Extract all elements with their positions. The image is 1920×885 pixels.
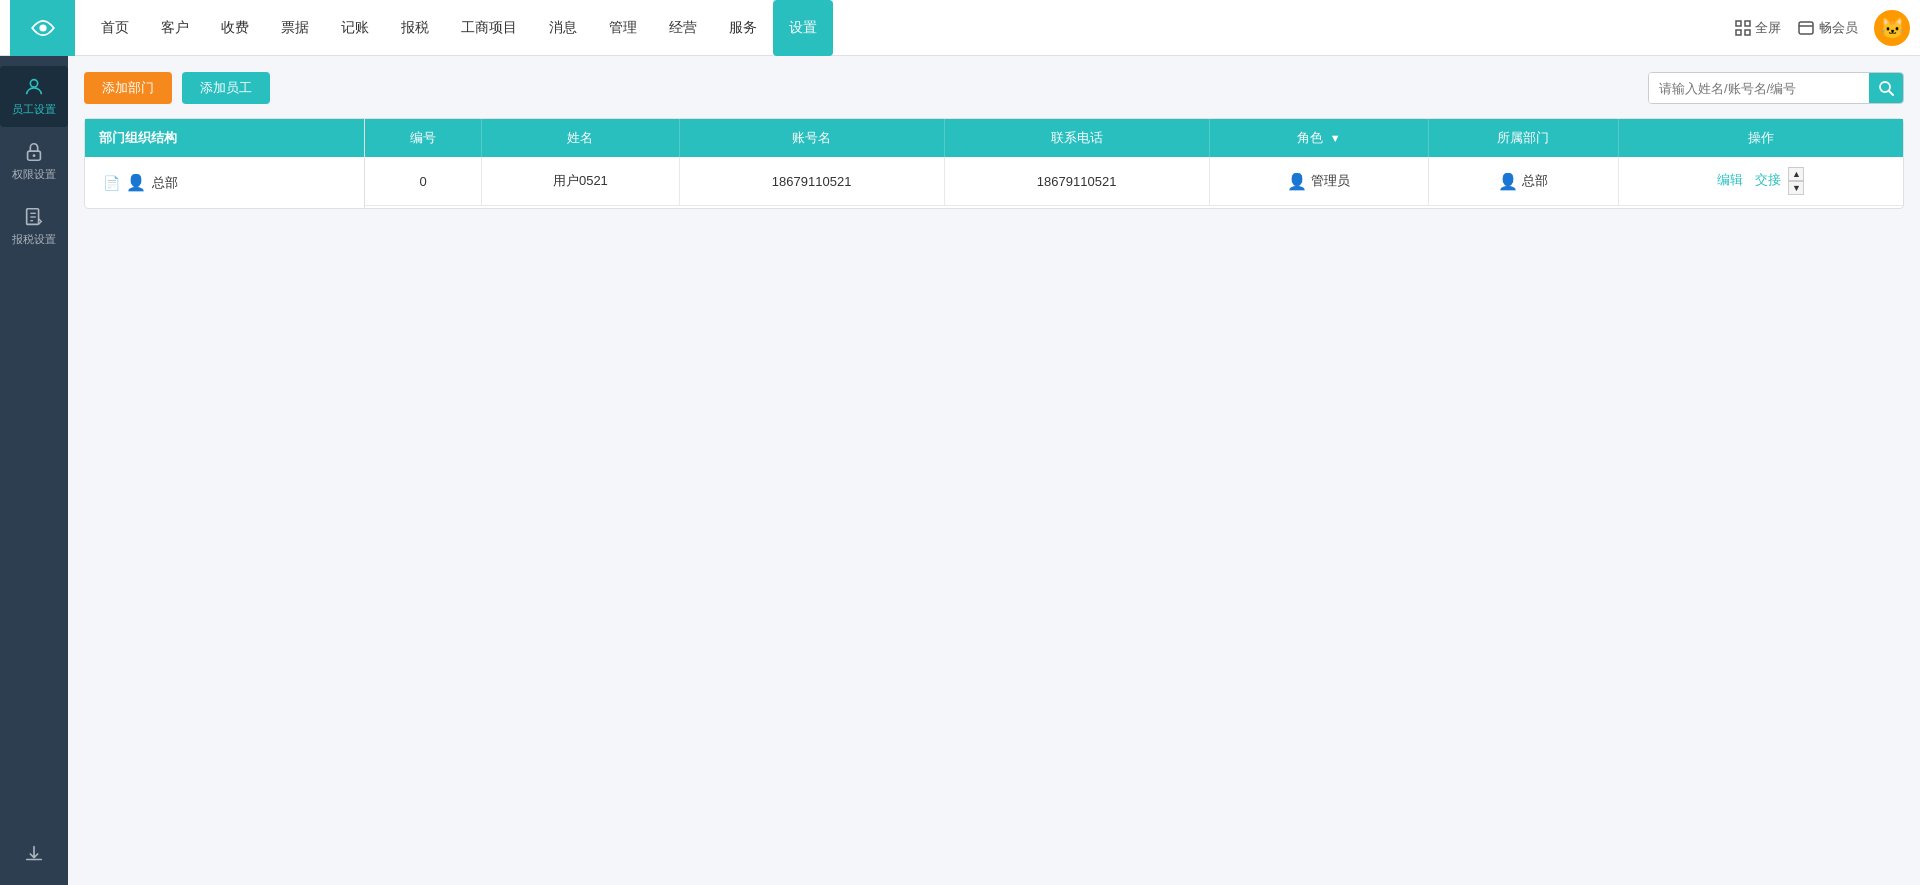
cell-dept: 👤 总部: [1429, 157, 1618, 206]
lock-icon: [23, 141, 45, 163]
file-icon: 📄: [103, 175, 120, 191]
scroll-area: ▲ ▼: [1788, 167, 1804, 195]
nav-items: 首页 客户 收费 票据 记账 报税 工商项目 消息 管理 经营 服务 设置: [85, 0, 1735, 56]
col-actions: 操作: [1618, 119, 1903, 157]
sidebar-employee-label: 员工设置: [12, 102, 56, 117]
sidebar-item-tax-settings[interactable]: 报税设置: [0, 196, 68, 257]
layout: 员工设置 权限设置 报税设置: [0, 56, 1920, 885]
cell-account: 18679110521: [679, 157, 944, 206]
nav-right: 全屏 畅会员 🐱: [1735, 10, 1910, 46]
svg-point-0: [39, 24, 46, 31]
logo: [10, 0, 75, 56]
svg-rect-5: [1799, 22, 1813, 34]
scroll-down-btn[interactable]: ▼: [1788, 181, 1804, 195]
dept-name-root: 总部: [152, 174, 178, 192]
table-panel: 编号 姓名 账号名 联系电话 角色 ▼ 所属部门 操作: [365, 119, 1903, 208]
sidebar-tax-label: 报税设置: [12, 232, 56, 247]
col-phone: 联系电话: [944, 119, 1209, 157]
dept-tree: 📄 👤 总部: [85, 157, 364, 208]
avatar[interactable]: 🐱: [1874, 10, 1910, 46]
nav-home[interactable]: 首页: [85, 0, 145, 56]
content-area: 部门组织结构 📄 👤 总部 编号 姓名 账号名: [84, 118, 1904, 209]
col-account: 账号名: [679, 119, 944, 157]
sidebar: 员工设置 权限设置 报税设置: [0, 56, 68, 885]
col-name: 姓名: [482, 119, 679, 157]
sidebar-item-employee[interactable]: 员工设置: [0, 66, 68, 127]
nav-manage[interactable]: 管理: [593, 0, 653, 56]
edit-link[interactable]: 编辑: [1717, 172, 1743, 187]
nav-accounting[interactable]: 记账: [325, 0, 385, 56]
nav-service[interactable]: 服务: [713, 0, 773, 56]
download-icon: [23, 843, 45, 865]
main-content: 添加部门 添加员工 部门组织结构 📄 👤: [68, 56, 1920, 885]
role-filter-icon: ▼: [1330, 132, 1341, 144]
cell-role: 👤 管理员: [1209, 157, 1429, 206]
nav-operate[interactable]: 经营: [653, 0, 713, 56]
nav-tax[interactable]: 报税: [385, 0, 445, 56]
cell-name: 用户0521: [482, 157, 679, 206]
sidebar-item-permissions[interactable]: 权限设置: [0, 131, 68, 192]
nav-invoice[interactable]: 票据: [265, 0, 325, 56]
col-id: 编号: [365, 119, 482, 157]
nav-biz[interactable]: 工商项目: [445, 0, 533, 56]
fullscreen-icon: [1735, 20, 1751, 36]
fullscreen-label: 全屏: [1755, 19, 1781, 37]
svg-point-7: [30, 80, 37, 87]
transfer-link[interactable]: 交接: [1755, 172, 1781, 187]
sidebar-permissions-label: 权限设置: [12, 167, 56, 182]
nav-customer[interactable]: 客户: [145, 0, 205, 56]
svg-rect-2: [1745, 21, 1750, 26]
svg-rect-4: [1745, 30, 1750, 35]
employee-table: 编号 姓名 账号名 联系电话 角色 ▼ 所属部门 操作: [365, 119, 1903, 206]
dept-user-icon: 👤: [126, 173, 146, 192]
search-icon: [1878, 80, 1894, 96]
member-label: 畅会员: [1819, 19, 1858, 37]
svg-rect-3: [1736, 30, 1741, 35]
search-box: [1648, 72, 1904, 104]
top-nav: 首页 客户 收费 票据 记账 报税 工商项目 消息 管理 经营 服务 设置 全屏: [0, 0, 1920, 56]
nav-settings[interactable]: 设置: [773, 0, 833, 56]
toolbar: 添加部门 添加员工: [84, 72, 1904, 104]
scroll-up-btn[interactable]: ▲: [1788, 167, 1804, 181]
dept-badge-icon: 👤: [1498, 172, 1518, 191]
fullscreen-btn[interactable]: 全屏: [1735, 19, 1781, 37]
sidebar-download-btn[interactable]: [0, 833, 68, 875]
cell-actions: 编辑 交接 ▲ ▼: [1618, 157, 1903, 206]
cell-id: 0: [365, 157, 482, 206]
sidebar-bottom: [0, 833, 68, 875]
nav-fee[interactable]: 收费: [205, 0, 265, 56]
search-input[interactable]: [1649, 73, 1869, 103]
nav-message[interactable]: 消息: [533, 0, 593, 56]
add-emp-button[interactable]: 添加员工: [182, 72, 270, 104]
dept-panel: 部门组织结构 📄 👤 总部: [85, 119, 365, 208]
cell-phone: 18679110521: [944, 157, 1209, 206]
dept-panel-header: 部门组织结构: [85, 119, 364, 157]
report-icon: [23, 206, 45, 228]
dept-tree-item-root[interactable]: 📄 👤 总部: [99, 167, 350, 198]
add-dept-button[interactable]: 添加部门: [84, 72, 172, 104]
role-user-icon: 👤: [1287, 172, 1307, 191]
search-button[interactable]: [1869, 72, 1903, 104]
svg-line-15: [1889, 91, 1893, 95]
svg-point-9: [33, 154, 36, 157]
member-btn[interactable]: 畅会员: [1797, 19, 1858, 37]
col-role[interactable]: 角色 ▼: [1209, 119, 1429, 157]
col-dept: 所属部门: [1429, 119, 1618, 157]
svg-rect-1: [1736, 21, 1741, 26]
person-icon: [23, 76, 45, 98]
member-icon: [1797, 19, 1815, 37]
table-row: 0 用户0521 18679110521 18679110521 👤 管理员: [365, 157, 1903, 206]
